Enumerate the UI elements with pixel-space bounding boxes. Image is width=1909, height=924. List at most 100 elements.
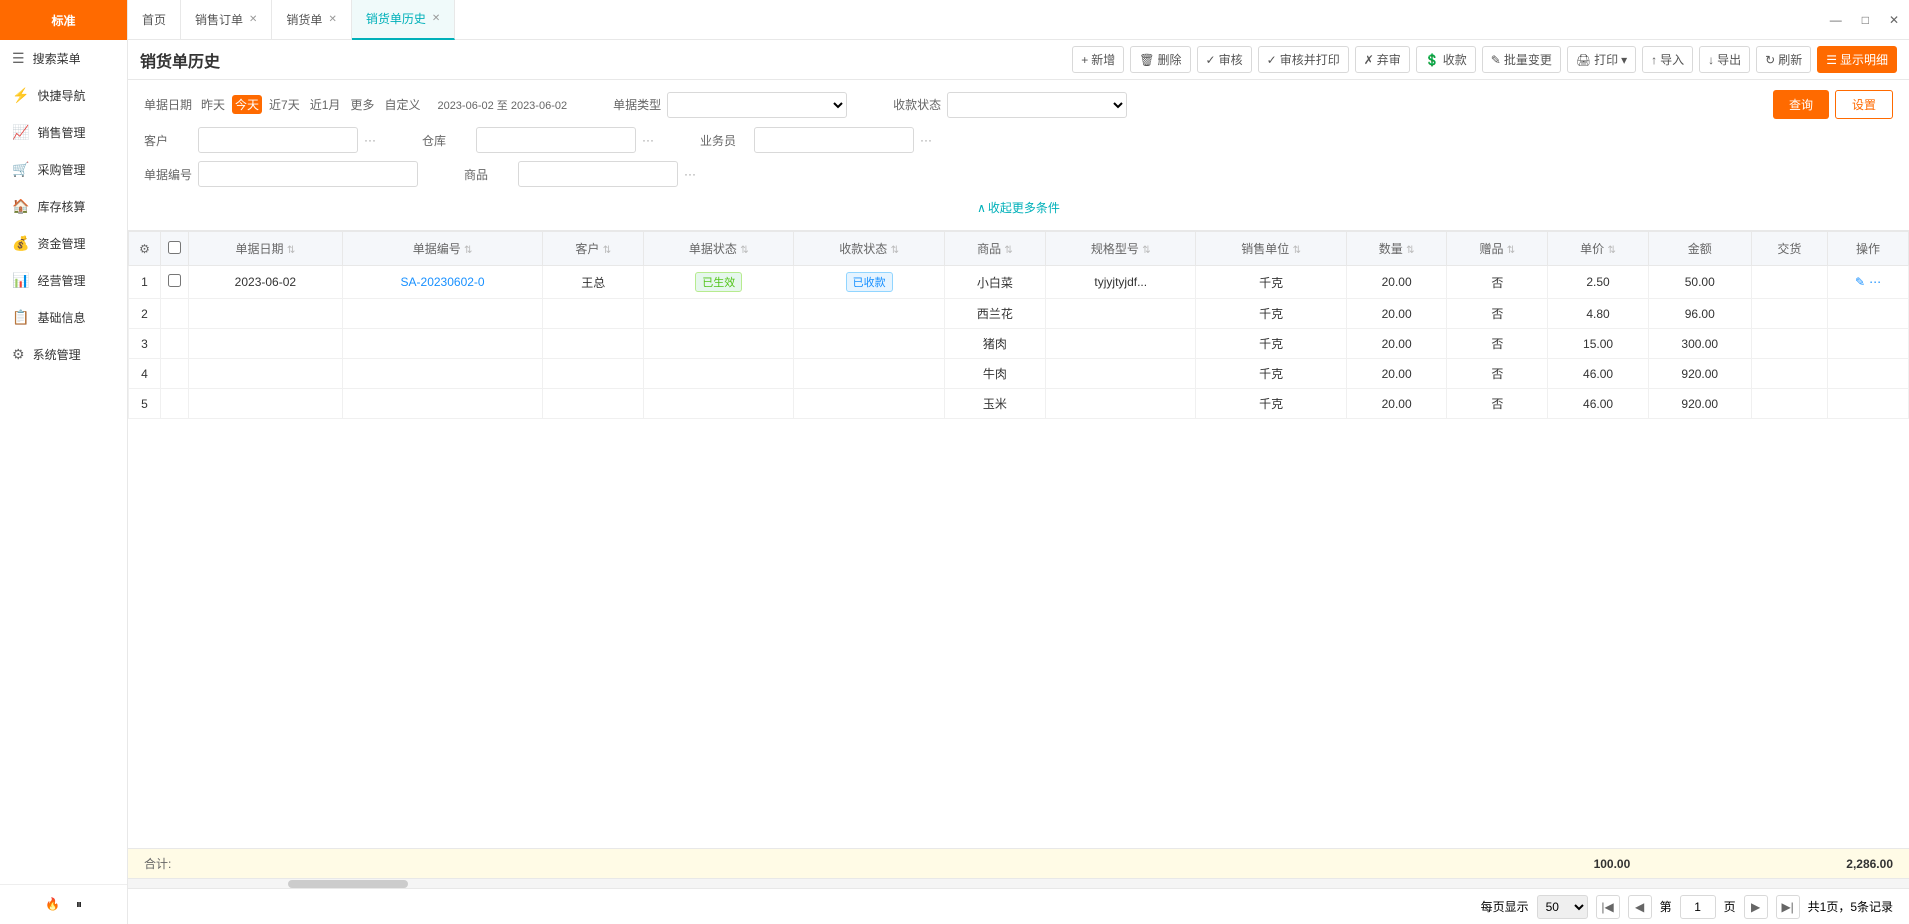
- row-checkbox[interactable]: [161, 266, 189, 299]
- close-sales-order-tab[interactable]: ✕: [249, 14, 257, 25]
- select-all-checkbox[interactable]: [168, 241, 181, 254]
- col-price[interactable]: 单价 ⇅: [1548, 232, 1649, 266]
- yesterday-btn[interactable]: 昨天: [198, 95, 228, 114]
- 7days-btn[interactable]: 近7天: [266, 95, 303, 114]
- flash-icon: ⚡: [12, 87, 29, 104]
- edit-icon[interactable]: ✎: [1855, 275, 1865, 289]
- goods-picker-btn[interactable]: ···: [684, 167, 696, 181]
- row-checkbox[interactable]: [161, 329, 189, 359]
- add-button[interactable]: + 新增: [1072, 46, 1124, 73]
- today-btn[interactable]: 今天: [232, 95, 262, 114]
- horizontal-scrollbar[interactable]: [128, 878, 1909, 888]
- print-button[interactable]: 🖨 打印 ▾: [1567, 46, 1636, 73]
- batch-change-button[interactable]: ✎ 批量变更: [1482, 46, 1561, 73]
- row-doc-no[interactable]: [342, 389, 543, 419]
- audit-button[interactable]: ✓ 审核: [1197, 46, 1252, 73]
- col-doc-no[interactable]: 单据编号 ⇅: [342, 232, 543, 266]
- first-page-btn[interactable]: |◀: [1596, 895, 1620, 919]
- col-gift[interactable]: 赠品 ⇅: [1447, 232, 1548, 266]
- maximize-btn[interactable]: □: [1852, 13, 1879, 27]
- col-checkbox[interactable]: [161, 232, 189, 266]
- tab-sales-order[interactable]: 销售订单 ✕: [181, 0, 272, 40]
- col-goods[interactable]: 商品 ⇅: [944, 232, 1045, 266]
- col-doc-date[interactable]: 单据日期 ⇅: [189, 232, 343, 266]
- customer-picker-btn[interactable]: ···: [364, 133, 376, 147]
- more-actions-icon[interactable]: ⋯: [1869, 275, 1881, 289]
- row-amount: 920.00: [1648, 359, 1751, 389]
- warehouse-input[interactable]: [476, 127, 636, 153]
- last-page-btn[interactable]: ▶|: [1776, 895, 1800, 919]
- col-unit[interactable]: 销售单位 ⇅: [1196, 232, 1346, 266]
- row-checkbox[interactable]: [161, 389, 189, 419]
- tab-sales-invoice[interactable]: 销货单 ✕: [272, 0, 351, 40]
- close-sales-history-tab[interactable]: ✕: [432, 13, 440, 24]
- abandon-button[interactable]: ✗ 弃审: [1355, 46, 1410, 73]
- sidebar-item-basic-info[interactable]: 📋 基础信息: [0, 299, 127, 336]
- fire-icon[interactable]: 🔥: [45, 897, 60, 912]
- data-table: ⚙ 单据日期 ⇅ 单据编号 ⇅ 客户 ⇅ 单据状态 ⇅ 收款状态 ⇅ 商品 ⇅ …: [128, 231, 1909, 419]
- page-number-input[interactable]: [1680, 895, 1716, 919]
- salesperson-input[interactable]: [754, 127, 914, 153]
- page-title: 销货单历史: [140, 48, 220, 72]
- per-page-select[interactable]: 50 100 200: [1537, 895, 1588, 919]
- row-doc-no[interactable]: [342, 359, 543, 389]
- customer-input[interactable]: [198, 127, 358, 153]
- doc-type-select[interactable]: [667, 92, 847, 118]
- show-detail-button[interactable]: ☰ 显示明细: [1817, 46, 1897, 73]
- sidebar-item-label: 搜索菜单: [33, 50, 81, 67]
- import-button[interactable]: ↑ 导入: [1642, 46, 1693, 73]
- refresh-button[interactable]: ↻ 刷新: [1756, 46, 1811, 73]
- pause-icon[interactable]: ⏸: [76, 897, 82, 912]
- more-date-btn[interactable]: 更多: [347, 95, 377, 114]
- sidebar-item-sales-mgmt[interactable]: 📈 销售管理: [0, 114, 127, 151]
- query-button[interactable]: 查询: [1773, 90, 1829, 119]
- tab-sales-history[interactable]: 销货单历史 ✕: [352, 0, 455, 40]
- sidebar-item-ops-mgmt[interactable]: 📊 经营管理: [0, 262, 127, 299]
- sidebar-item-quick-nav[interactable]: ⚡ 快捷导航: [0, 77, 127, 114]
- col-customer[interactable]: 客户 ⇅: [543, 232, 644, 266]
- print-icon: 🖨: [1576, 53, 1591, 67]
- sidebar-item-capital-mgmt[interactable]: 💰 资金管理: [0, 225, 127, 262]
- collect-button[interactable]: 💲 收款: [1416, 46, 1476, 73]
- sidebar-item-inventory[interactable]: 🏠 库存核算: [0, 188, 127, 225]
- prev-page-btn[interactable]: ◀: [1628, 895, 1652, 919]
- row-select-checkbox[interactable]: [168, 274, 181, 287]
- sidebar-item-label: 基础信息: [37, 309, 85, 326]
- goods-input[interactable]: [518, 161, 678, 187]
- salesperson-picker-btn[interactable]: ···: [920, 133, 932, 147]
- col-spec[interactable]: 规格型号 ⇅: [1046, 232, 1196, 266]
- sidebar-item-search-menu[interactable]: ☰ 搜索菜单: [0, 40, 127, 77]
- 1month-btn[interactable]: 近1月: [307, 95, 344, 114]
- sidebar-item-purchase-mgmt[interactable]: 🛒 采购管理: [0, 151, 127, 188]
- sort-doc-date-icon: ⇅: [287, 245, 295, 256]
- row-doc-date: [189, 329, 343, 359]
- set-button[interactable]: 设置: [1835, 90, 1893, 119]
- delete-button[interactable]: 🗑 删除: [1130, 46, 1190, 73]
- close-window-btn[interactable]: ✕: [1879, 13, 1909, 27]
- col-doc-status[interactable]: 单据状态 ⇅: [644, 232, 794, 266]
- row-doc-no[interactable]: [342, 299, 543, 329]
- row-actions: [1828, 389, 1909, 419]
- row-doc-no[interactable]: SA-20230602-0: [342, 266, 543, 299]
- next-page-btn[interactable]: ▶: [1744, 895, 1768, 919]
- scrollbar-thumb[interactable]: [288, 880, 408, 888]
- tab-home[interactable]: 首页: [128, 0, 181, 40]
- custom-date-btn[interactable]: 自定义: [381, 95, 423, 114]
- row-checkbox[interactable]: [161, 359, 189, 389]
- col-collect-status[interactable]: 收款状态 ⇅: [794, 232, 944, 266]
- sidebar-item-label: 库存核算: [37, 198, 85, 215]
- minimize-btn[interactable]: —: [1820, 13, 1852, 27]
- warehouse-picker-btn[interactable]: ···: [642, 133, 654, 147]
- doc-no-input[interactable]: [198, 161, 418, 187]
- row-doc-no[interactable]: [342, 329, 543, 359]
- import-icon: ↑: [1651, 53, 1657, 67]
- row-checkbox[interactable]: [161, 299, 189, 329]
- export-button[interactable]: ↓ 导出: [1699, 46, 1750, 73]
- collapse-btn[interactable]: ∧ 收起更多条件: [144, 195, 1893, 220]
- close-sales-invoice-tab[interactable]: ✕: [328, 14, 336, 25]
- col-qty[interactable]: 数量 ⇅: [1346, 232, 1447, 266]
- collect-status-select[interactable]: [947, 92, 1127, 118]
- col-settings[interactable]: ⚙: [129, 232, 161, 266]
- audit-print-button[interactable]: ✓ 审核并打印: [1258, 46, 1349, 73]
- sidebar-item-system-mgmt[interactable]: ⚙ 系统管理: [0, 336, 127, 373]
